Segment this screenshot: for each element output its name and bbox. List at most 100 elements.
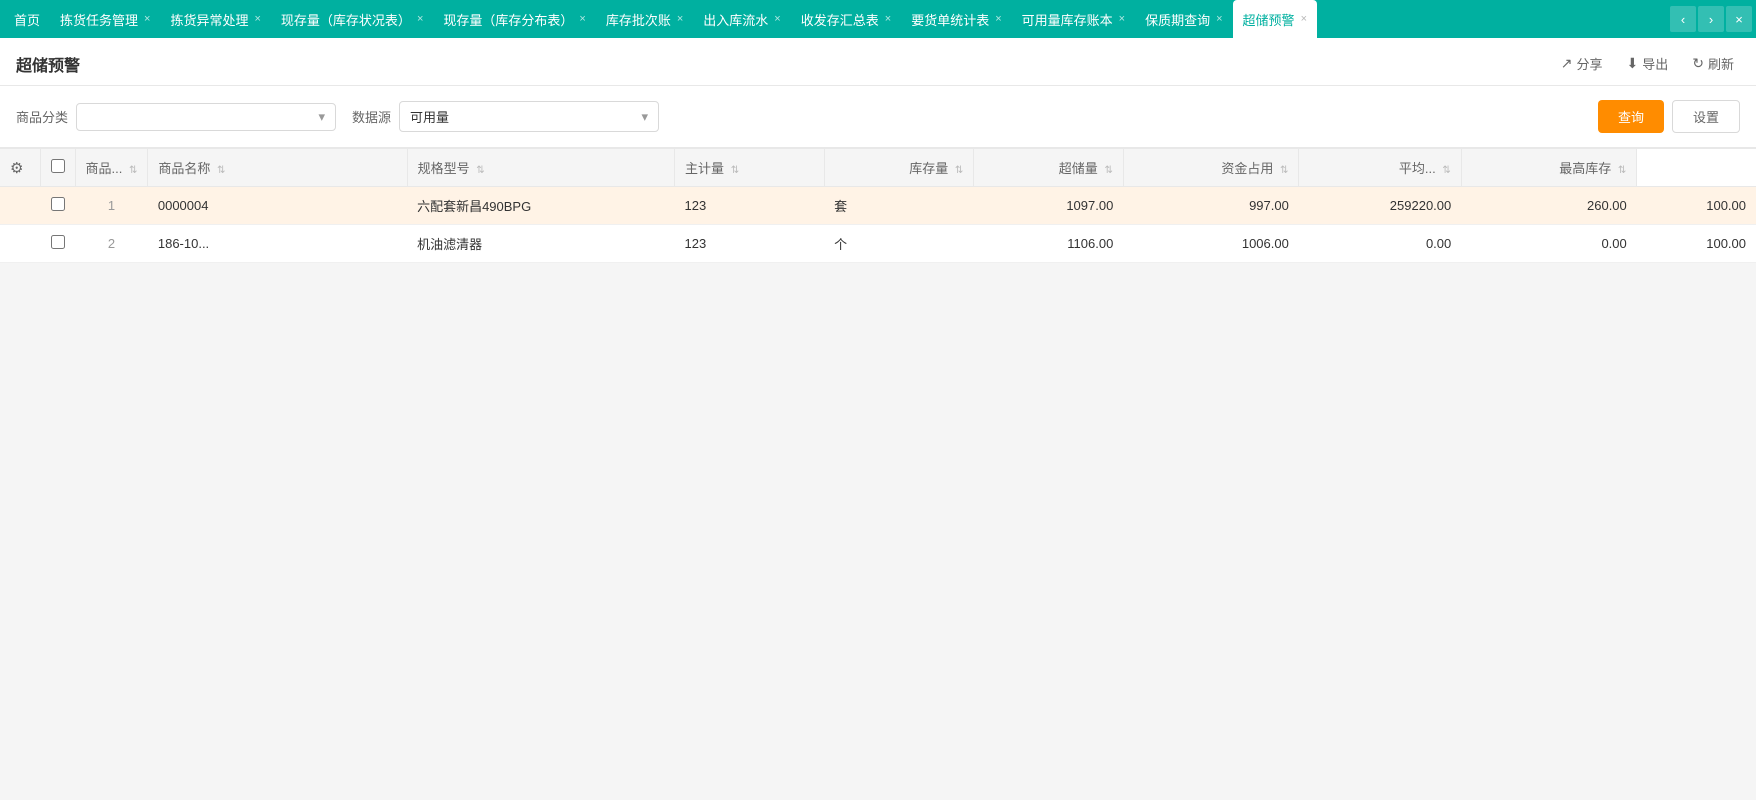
table-settings-icon[interactable]: ⚙ xyxy=(10,160,23,177)
nav-tab-inventory-status[interactable]: 现存量（库存状况表） × xyxy=(271,0,433,38)
row-checkbox-0[interactable] xyxy=(51,197,65,211)
filter-actions: 查询 设置 xyxy=(1598,100,1740,133)
nav-tab-collect[interactable]: 收发存汇总表 × xyxy=(791,0,901,38)
sort-icon-product-code: ⇅ xyxy=(129,165,137,176)
col-inventory[interactable]: 库存量 ⇅ xyxy=(824,149,974,187)
sort-icon-overstock: ⇅ xyxy=(1104,165,1112,176)
category-dropdown-icon: ▾ xyxy=(318,109,325,125)
row-settings-cell xyxy=(0,187,40,225)
nav-arrow-close[interactable]: × xyxy=(1726,6,1752,32)
close-tab-collect[interactable]: × xyxy=(885,13,891,25)
row-inventory: 1106.00 xyxy=(974,225,1124,263)
nav-tab-home[interactable]: 首页 xyxy=(4,0,50,38)
row-checkbox-1[interactable] xyxy=(51,235,65,249)
sort-icon-unit: ⇅ xyxy=(731,165,739,176)
row-avg: 260.00 xyxy=(1461,187,1637,225)
row-checkbox-cell xyxy=(40,225,75,263)
close-tab-batch[interactable]: × xyxy=(677,13,683,25)
table-row: 2 186-10... 机油滤清器 123 个 1106.00 1006.00 … xyxy=(0,225,1756,263)
close-tab-inventory-status[interactable]: × xyxy=(417,13,423,25)
row-unit: 个 xyxy=(824,225,974,263)
row-spec: 123 xyxy=(675,225,825,263)
refresh-button[interactable]: ↻ 刷新 xyxy=(1686,50,1740,77)
nav-arrows: ‹ › × xyxy=(1668,6,1752,32)
close-tab-available[interactable]: × xyxy=(1119,13,1125,25)
nav-tab-inventory-dist[interactable]: 现存量（库存分布表） × xyxy=(433,0,595,38)
top-navigation: 首页 拣货任务管理 × 拣货异常处理 × 现存量（库存状况表） × 现存量（库存… xyxy=(0,0,1756,38)
page-title: 超储预警 xyxy=(16,52,80,76)
main-content: ⚙ 商品... ⇅ 商品名称 ⇅ 规格型号 ⇅ 主计量 xyxy=(0,148,1756,263)
col-overstock[interactable]: 超储量 ⇅ xyxy=(974,149,1124,187)
sort-icon-max-inventory: ⇅ xyxy=(1618,165,1626,176)
category-label: 商品分类 xyxy=(16,107,68,126)
row-overstock: 1006.00 xyxy=(1123,225,1299,263)
page-header: 超储预警 ↗ 分享 ⬇ 导出 ↻ 刷新 xyxy=(0,38,1756,86)
nav-arrow-right[interactable]: › xyxy=(1698,6,1724,32)
row-inventory: 1097.00 xyxy=(974,187,1124,225)
table-header-row: ⚙ 商品... ⇅ 商品名称 ⇅ 规格型号 ⇅ 主计量 xyxy=(0,149,1756,187)
nav-tab-quality[interactable]: 保质期查询 × xyxy=(1135,0,1232,38)
header-actions: ↗ 分享 ⬇ 导出 ↻ 刷新 xyxy=(1555,50,1740,77)
sort-icon-capital: ⇅ xyxy=(1280,165,1288,176)
nav-tab-inout[interactable]: 出入库流水 × xyxy=(693,0,790,38)
table-row: 1 0000004 六配套新昌490BPG 123 套 1097.00 997.… xyxy=(0,187,1756,225)
nav-tab-task[interactable]: 拣货任务管理 × xyxy=(50,0,160,38)
close-tab-task[interactable]: × xyxy=(144,13,150,25)
row-overstock: 997.00 xyxy=(1123,187,1299,225)
col-spec[interactable]: 规格型号 ⇅ xyxy=(407,149,674,187)
row-product-code: 186-10... xyxy=(148,225,407,263)
filter-area: 商品分类 ▾ 数据源 可用量 ▾ 查询 设置 xyxy=(0,86,1756,148)
sort-icon-inventory: ⇅ xyxy=(955,165,963,176)
datasource-dropdown-icon: ▾ xyxy=(642,109,649,125)
row-settings-cell xyxy=(0,225,40,263)
row-spec: 123 xyxy=(675,187,825,225)
nav-tab-batch[interactable]: 库存批次账 × xyxy=(596,0,693,38)
query-button[interactable]: 查询 xyxy=(1598,100,1664,133)
category-filter-group: 商品分类 ▾ xyxy=(16,103,336,131)
datasource-filter-group: 数据源 可用量 ▾ xyxy=(352,101,659,132)
datasource-label: 数据源 xyxy=(352,107,391,126)
category-select[interactable]: ▾ xyxy=(76,103,336,131)
col-product-name[interactable]: 商品名称 ⇅ xyxy=(148,149,407,187)
export-icon: ⬇ xyxy=(1627,55,1639,72)
data-table: ⚙ 商品... ⇅ 商品名称 ⇅ 规格型号 ⇅ 主计量 xyxy=(0,148,1756,263)
close-tab-order-stat[interactable]: × xyxy=(995,13,1001,25)
row-num: 1 xyxy=(75,187,148,225)
nav-tab-available[interactable]: 可用量库存账本 × xyxy=(1012,0,1135,38)
row-avg: 0.00 xyxy=(1461,225,1637,263)
datasource-value: 可用量 xyxy=(410,107,635,126)
col-product-code[interactable]: 商品... ⇅ xyxy=(75,149,148,187)
col-capital[interactable]: 资金占用 ⇅ xyxy=(1123,149,1299,187)
nav-tab-exception[interactable]: 拣货异常处理 × xyxy=(160,0,270,38)
datasource-select[interactable]: 可用量 ▾ xyxy=(399,101,659,132)
row-product-code: 0000004 xyxy=(148,187,407,225)
sort-icon-spec: ⇅ xyxy=(476,165,484,176)
row-max-inventory: 100.00 xyxy=(1637,225,1756,263)
col-avg[interactable]: 平均... ⇅ xyxy=(1299,149,1461,187)
col-unit[interactable]: 主计量 ⇅ xyxy=(675,149,825,187)
close-tab-quality[interactable]: × xyxy=(1216,13,1222,25)
col-checkbox xyxy=(40,149,75,187)
row-max-inventory: 100.00 xyxy=(1637,187,1756,225)
close-tab-overstock[interactable]: × xyxy=(1301,13,1307,25)
close-tab-inout[interactable]: × xyxy=(774,13,780,25)
settings-button[interactable]: 设置 xyxy=(1672,100,1740,133)
select-all-checkbox[interactable] xyxy=(51,159,65,173)
nav-tab-order-stat[interactable]: 要货单统计表 × xyxy=(901,0,1011,38)
row-capital: 0.00 xyxy=(1299,225,1461,263)
share-icon: ↗ xyxy=(1561,55,1573,72)
share-button[interactable]: ↗ 分享 xyxy=(1555,50,1609,77)
row-num: 2 xyxy=(75,225,148,263)
nav-arrow-left[interactable]: ‹ xyxy=(1670,6,1696,32)
row-product-name: 机油滤清器 xyxy=(407,225,674,263)
close-tab-inventory-dist[interactable]: × xyxy=(579,13,585,25)
export-button[interactable]: ⬇ 导出 xyxy=(1621,50,1675,77)
row-product-name: 六配套新昌490BPG xyxy=(407,187,674,225)
row-unit: 套 xyxy=(824,187,974,225)
refresh-icon: ↻ xyxy=(1692,55,1704,72)
sort-icon-avg: ⇅ xyxy=(1442,165,1450,176)
col-max-inventory[interactable]: 最高库存 ⇅ xyxy=(1461,149,1637,187)
nav-tab-overstock[interactable]: 超储预警 × xyxy=(1233,0,1317,38)
row-capital: 259220.00 xyxy=(1299,187,1461,225)
close-tab-exception[interactable]: × xyxy=(254,13,260,25)
